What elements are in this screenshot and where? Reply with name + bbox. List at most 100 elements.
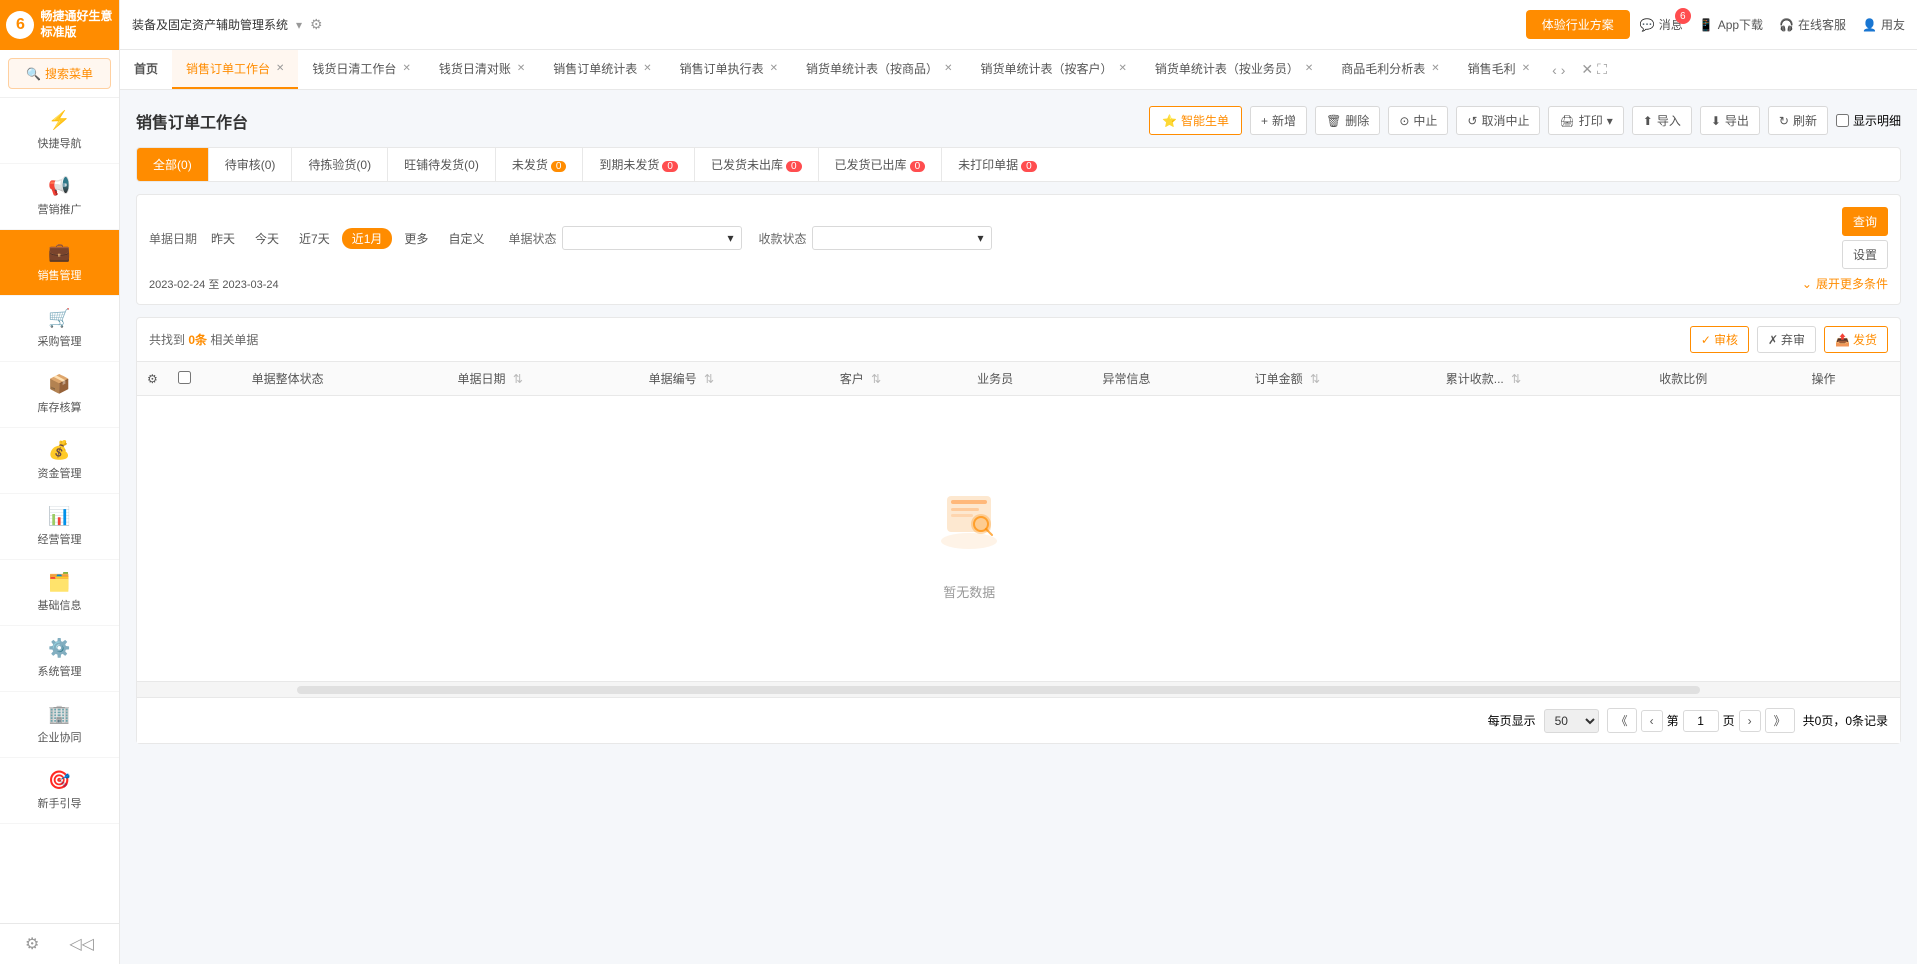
column-settings-icon[interactable]: ⚙: [147, 372, 158, 386]
add-button[interactable]: + 新增: [1250, 106, 1307, 135]
subtab-pending-check[interactable]: 待拣验货(0): [292, 148, 388, 181]
basic-icon: 🗂️: [48, 572, 70, 593]
first-page-button[interactable]: 《: [1607, 708, 1637, 733]
export-button[interactable]: ⬇ 导出: [1700, 106, 1760, 135]
show-detail-checkbox[interactable]: [1836, 114, 1849, 127]
tab-sales-staff[interactable]: 销货单统计表（按业务员） ✕: [1141, 50, 1327, 89]
tab-sales-product[interactable]: 销货单统计表（按商品） ✕: [792, 50, 966, 89]
tab-margin-analysis[interactable]: 商品毛利分析表 ✕: [1327, 50, 1453, 89]
tab-maximize-icon[interactable]: ⛶: [1597, 61, 1607, 78]
search-menu-button[interactable]: 🔍 搜索菜单: [8, 58, 111, 89]
sidebar-item-basic[interactable]: 🗂️ 基础信息: [0, 560, 119, 626]
tab-sales-workbench[interactable]: 销售订单工作台 ✕: [172, 50, 298, 89]
th-amount[interactable]: 订单金额 ⇅: [1245, 362, 1436, 396]
print-button[interactable]: 🖨 打印 ▾: [1548, 106, 1623, 135]
subtab-shipped-not-out[interactable]: 已发货未出库0: [695, 148, 819, 181]
tab-sales-exec[interactable]: 销售订单执行表 ✕: [666, 50, 792, 89]
message-item[interactable]: 💬 消息 6: [1640, 16, 1683, 33]
sidebar-item-system[interactable]: ⚙️ 系统管理: [0, 626, 119, 692]
tab-close-icon[interactable]: ✕: [1431, 63, 1439, 74]
import-button[interactable]: ⬆ 导入: [1632, 106, 1692, 135]
smart-create-button[interactable]: ⭐ 智能生单: [1149, 106, 1242, 135]
ship-button[interactable]: 📤 发货: [1824, 326, 1888, 353]
user-item[interactable]: 👤 用友: [1862, 16, 1905, 33]
th-date[interactable]: 单据日期 ⇅: [447, 362, 638, 396]
tab-sales-stats[interactable]: 销售订单统计表 ✕: [539, 50, 665, 89]
th-anomaly[interactable]: 异常信息: [1092, 362, 1244, 396]
per-page-select[interactable]: 50 10 20 100: [1544, 709, 1599, 733]
subtab-not-printed[interactable]: 未打印单据0: [942, 148, 1053, 181]
solution-button[interactable]: 体验行业方案: [1526, 10, 1630, 39]
th-number[interactable]: 单据编号 ⇅: [639, 362, 830, 396]
date-option-more[interactable]: 更多: [396, 228, 436, 249]
date-option-today[interactable]: 今天: [247, 228, 287, 249]
tab-close-icon[interactable]: ✕: [643, 63, 651, 74]
sidebar-item-purchase[interactable]: 🛒 采购管理: [0, 296, 119, 362]
refresh-button[interactable]: ↻ 刷新: [1768, 106, 1828, 135]
expand-filter[interactable]: ⌄ 展开更多条件: [1802, 275, 1888, 292]
tab-close-icon[interactable]: ✕: [276, 63, 284, 74]
next-page-button[interactable]: ›: [1739, 710, 1761, 732]
subtab-pending-audit[interactable]: 待审核(0): [209, 148, 293, 181]
settings-gear-icon[interactable]: ⚙: [25, 934, 39, 954]
subtab-not-shipped[interactable]: 未发货0: [496, 148, 584, 181]
tab-sales-margin[interactable]: 销售毛利 ✕: [1454, 50, 1544, 89]
tab-close-icon[interactable]: ✕: [770, 63, 778, 74]
date-option-7days[interactable]: 近7天: [291, 228, 338, 249]
tab-sales-customer[interactable]: 销货单统计表（按客户） ✕: [966, 50, 1140, 89]
sidebar-item-sales[interactable]: 💼 销售管理: [0, 230, 119, 296]
th-status[interactable]: 单据整体状态: [242, 362, 448, 396]
tab-cash-daily[interactable]: 钱货日清工作台 ✕: [298, 50, 424, 89]
th-salesperson[interactable]: 业务员: [967, 362, 1092, 396]
subtab-wangpu-ship[interactable]: 旺铺待发货(0): [388, 148, 496, 181]
tab-close-icon[interactable]: ✕: [1305, 63, 1313, 74]
tab-close-icon[interactable]: ✕: [517, 63, 525, 74]
chevron-down-icon[interactable]: ▾: [296, 18, 302, 32]
topbar-settings-icon[interactable]: ⚙: [310, 16, 323, 33]
sidebar-item-operations[interactable]: 📊 经营管理: [0, 494, 119, 560]
show-detail-label[interactable]: 显示明细: [1836, 112, 1901, 129]
tab-close-icon[interactable]: ✕: [944, 63, 952, 74]
select-all-checkbox[interactable]: [178, 371, 191, 384]
delete-button[interactable]: 🗑 删除: [1315, 106, 1380, 135]
horizontal-scrollbar[interactable]: [137, 681, 1900, 697]
last-page-button[interactable]: 》: [1765, 708, 1795, 733]
query-button[interactable]: 查询: [1842, 207, 1888, 236]
filter-settings-button[interactable]: 设置: [1842, 240, 1888, 269]
audit-button[interactable]: ✓ 审核: [1690, 326, 1749, 353]
date-option-custom[interactable]: 自定义: [440, 228, 492, 249]
cancel-audit-button[interactable]: ✗ 弃审: [1757, 326, 1816, 353]
subtab-shipped-out[interactable]: 已发货已出库0: [819, 148, 943, 181]
tab-prev-icon[interactable]: ‹: [1552, 62, 1557, 78]
sidebar-item-marketing[interactable]: 📢 营销推广: [0, 164, 119, 230]
sidebar-item-inventory[interactable]: 📦 库存核算: [0, 362, 119, 428]
main-area: 装备及固定资产辅助管理系统 ▾ ⚙ 体验行业方案 💬 消息 6 📱 App下载 …: [120, 0, 1917, 964]
tab-close-icon[interactable]: ✕: [402, 63, 410, 74]
sidebar-item-enterprise[interactable]: 🏢 企业协同: [0, 692, 119, 758]
date-option-yesterday[interactable]: 昨天: [203, 228, 243, 249]
date-option-1month[interactable]: 近1月: [342, 228, 393, 249]
tab-next-icon[interactable]: ›: [1561, 62, 1566, 78]
scroll-track[interactable]: [297, 686, 1700, 694]
cancel-stop-button[interactable]: ↺ 取消中止: [1456, 106, 1540, 135]
tab-close-icon[interactable]: ✕: [1522, 63, 1530, 74]
status-select[interactable]: ▾: [562, 226, 742, 250]
sidebar-item-capital[interactable]: 💰 资金管理: [0, 428, 119, 494]
payment-select[interactable]: ▾: [812, 226, 992, 250]
th-customer[interactable]: 客户 ⇅: [830, 362, 967, 396]
sidebar-item-quick-nav[interactable]: ⚡ 快捷导航: [0, 98, 119, 164]
subtab-overdue-ship[interactable]: 到期未发货0: [583, 148, 695, 181]
online-service-item[interactable]: 🎧 在线客服: [1779, 16, 1846, 33]
th-collected[interactable]: 累计收款... ⇅: [1436, 362, 1650, 396]
tab-cash-reconcile[interactable]: 钱货日清对账 ✕: [425, 50, 539, 89]
collapse-icon[interactable]: ◁◁: [69, 934, 94, 954]
sidebar-item-newbie[interactable]: 🎯 新手引导: [0, 758, 119, 824]
prev-page-button[interactable]: ‹: [1641, 710, 1663, 732]
page-input[interactable]: [1683, 710, 1719, 732]
app-download-item[interactable]: 📱 App下载: [1699, 16, 1763, 33]
tab-home[interactable]: 首页: [120, 50, 172, 89]
tab-close-icon[interactable]: ✕: [1118, 63, 1126, 74]
subtab-all[interactable]: 全部(0): [137, 148, 209, 181]
stop-button[interactable]: ⊙ 中止: [1388, 106, 1448, 135]
tab-close-all-icon[interactable]: ✕: [1581, 61, 1593, 78]
